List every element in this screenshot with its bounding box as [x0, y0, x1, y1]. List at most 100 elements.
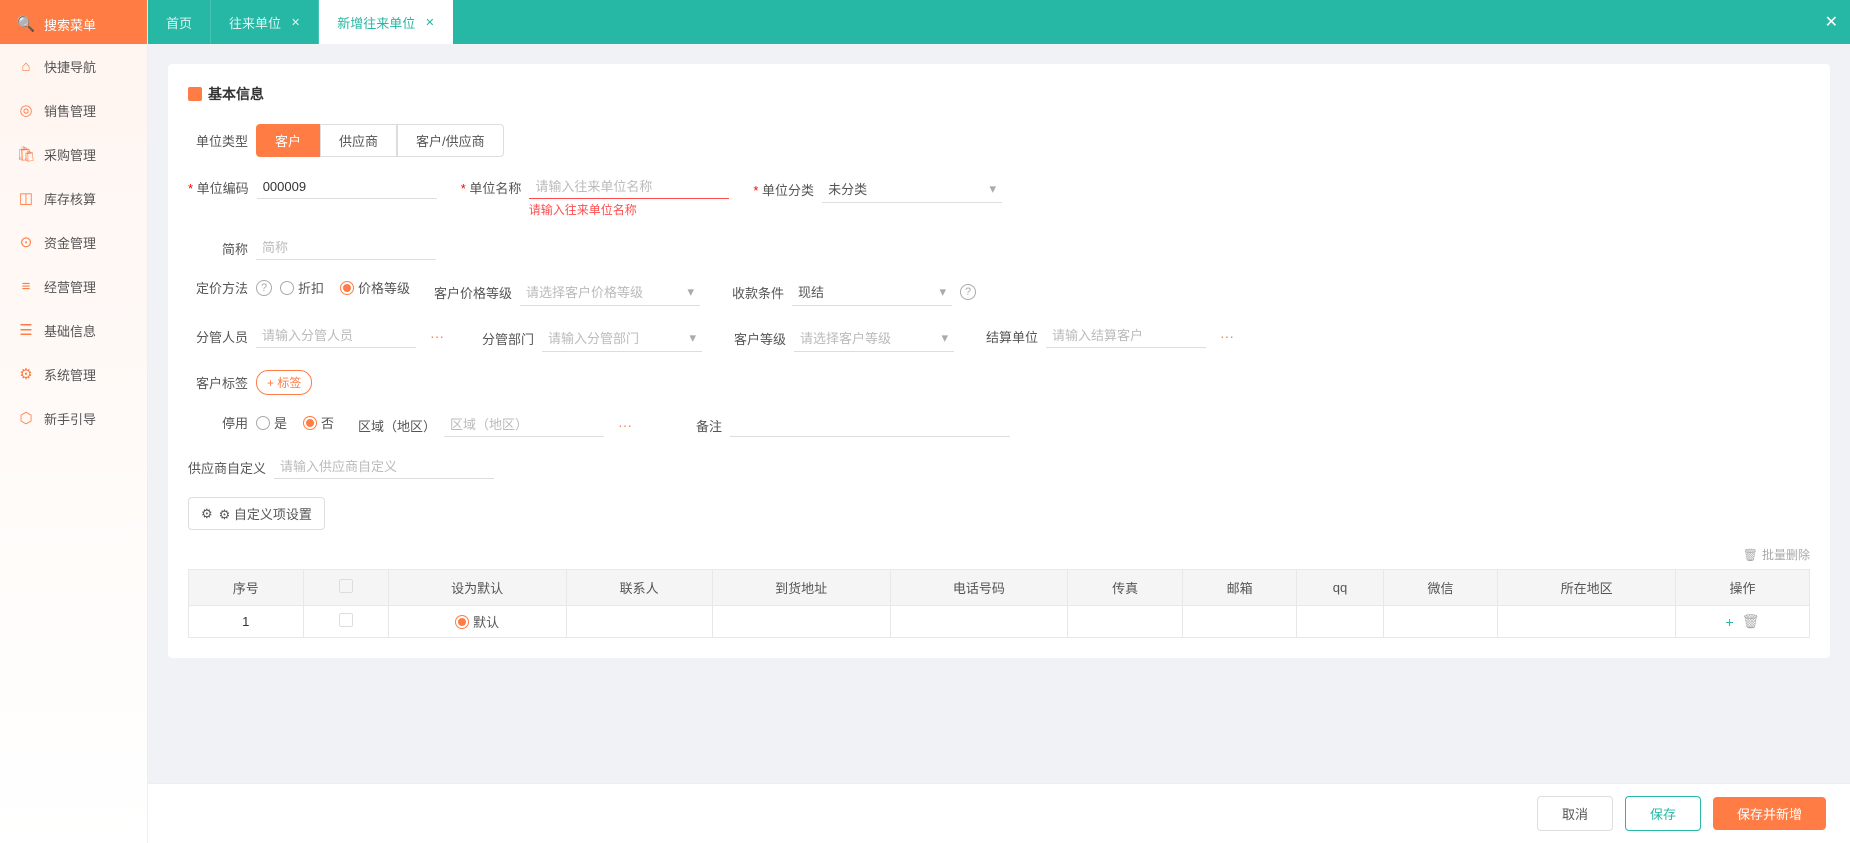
sidebar-item-label: 销售管理: [44, 101, 96, 120]
type-btn-both[interactable]: 客户/供应商: [397, 124, 504, 157]
type-button-group: 客户 供应商 客户/供应商: [256, 124, 504, 157]
radio-yes[interactable]: 是: [256, 413, 287, 432]
help-circle-icon[interactable]: ?: [960, 284, 976, 300]
unit-name-input[interactable]: [529, 175, 729, 199]
customer-level-select[interactable]: 请选择客户等级 ▾: [794, 324, 954, 352]
remark-input[interactable]: [730, 413, 1010, 437]
department-group: 分管部门 请输入分管部门 ▾: [474, 324, 702, 352]
sidebar-item-guide[interactable]: ⬡ 新手引导: [0, 396, 147, 440]
more-icon[interactable]: ···: [1214, 326, 1240, 346]
short-name-input[interactable]: [256, 236, 436, 260]
coin-icon: ⊙: [16, 232, 36, 252]
custom-settings-button[interactable]: ⚙ ⚙ 自定义项设置: [188, 497, 325, 530]
close-all-icon[interactable]: ✕: [1825, 12, 1838, 32]
contact-table: 序号 设为默认 联系人 到货地址 电话号码 传真 邮箱 qq 微信 所在地区 操…: [188, 569, 1810, 638]
sidebar-item-search[interactable]: 🔍 搜索菜单: [0, 4, 147, 44]
col-address: 到货地址: [712, 570, 890, 606]
chart-icon: ◎: [16, 100, 36, 120]
pricing-row: 定价方法 ? 折扣 价格等级 客户价格等级: [188, 278, 1810, 306]
row-email: [1182, 606, 1297, 638]
sidebar-item-base-info[interactable]: ☰ 基础信息: [0, 308, 147, 352]
chevron-down-icon: ▾: [940, 284, 947, 300]
add-tag-button[interactable]: + 标签: [256, 370, 312, 395]
settlement-group: 结算单位 ···: [978, 324, 1240, 348]
unit-code-input[interactable]: [257, 175, 437, 199]
tab-label: 首页: [166, 13, 192, 32]
department-select[interactable]: 请输入分管部门 ▾: [542, 324, 702, 352]
unit-category-group: * 单位分类 未分类 ▾: [753, 175, 1002, 203]
sidebar-item-purchase[interactable]: 🛍 采购管理: [0, 132, 147, 176]
default-radio[interactable]: 默认: [399, 612, 556, 631]
row-checkbox-input[interactable]: [339, 613, 353, 627]
disabled-group: 停用 是 否: [188, 413, 334, 432]
more-icon[interactable]: ···: [612, 415, 638, 435]
radio-discount[interactable]: 折扣: [280, 278, 324, 297]
tab-new-partner[interactable]: 新增往来单位 ✕: [319, 0, 453, 44]
col-default: 设为默认: [388, 570, 566, 606]
tab-home[interactable]: 首页: [148, 0, 211, 44]
radio-circle-checked: [340, 281, 354, 295]
unit-type-row: 单位类型 客户 供应商 客户/供应商: [188, 124, 1810, 157]
sidebar-item-system[interactable]: ⚙ 系统管理: [0, 352, 147, 396]
sidebar-item-quick-nav[interactable]: ⌂ 快捷导航: [0, 44, 147, 88]
batch-delete-label[interactable]: 批量删除: [1762, 546, 1810, 563]
section-title: 基本信息: [188, 84, 1810, 104]
type-btn-supplier[interactable]: 供应商: [320, 124, 397, 157]
close-icon[interactable]: ✕: [291, 16, 300, 29]
col-num: 序号: [189, 570, 304, 606]
content-area: 基本信息 单位类型 客户 供应商 客户/供应商 * 单位编码: [148, 44, 1850, 783]
department-label: 分管部门: [474, 329, 534, 348]
sidebar-item-finance[interactable]: ⊙ 资金管理: [0, 220, 147, 264]
radio-discount-label: 折扣: [298, 278, 324, 297]
radio-price-level[interactable]: 价格等级: [340, 278, 410, 297]
unit-type-label: 单位类型: [188, 131, 248, 150]
delete-row-button[interactable]: 🗑: [1742, 613, 1760, 630]
row-actions: + 🗑: [1676, 606, 1810, 638]
type-btn-customer[interactable]: 客户: [256, 124, 320, 157]
tab-partners[interactable]: 往来单位 ✕: [211, 0, 319, 44]
sidebar-item-inventory[interactable]: ◫ 库存核算: [0, 176, 147, 220]
help-icon[interactable]: ?: [256, 280, 272, 296]
chevron-down-icon: ▾: [990, 181, 997, 197]
cancel-button[interactable]: 取消: [1537, 796, 1613, 831]
supplier-custom-input[interactable]: [274, 455, 494, 479]
sidebar-item-sales[interactable]: ◎ 销售管理: [0, 88, 147, 132]
settlement-input[interactable]: [1046, 324, 1206, 348]
col-qq: qq: [1297, 570, 1383, 606]
remark-label: 备注: [662, 416, 722, 435]
short-name-group: 简称: [188, 236, 436, 260]
sidebar-item-label: 资金管理: [44, 233, 96, 252]
sidebar: 🔍 搜索菜单 ⌂ 快捷导航 ◎ 销售管理 🛍 采购管理 ◫ 库存核算 ⊙ 资金管…: [0, 0, 148, 843]
close-icon[interactable]: ✕: [425, 16, 434, 29]
info-icon: ☰: [16, 320, 36, 340]
region-label: 区域（地区）: [358, 416, 436, 435]
radio-no[interactable]: 否: [303, 413, 334, 432]
shortname-row: 简称: [188, 236, 1810, 260]
payment-terms-select[interactable]: 现结 ▾: [792, 278, 952, 306]
col-checkbox: [303, 570, 388, 606]
region-input[interactable]: [444, 413, 604, 437]
tab-label: 新增往来单位: [337, 13, 415, 32]
col-contact: 联系人: [566, 570, 712, 606]
save-button[interactable]: 保存: [1625, 796, 1701, 831]
price-level-select[interactable]: 请选择客户价格等级 ▾: [520, 278, 700, 306]
chevron-down-icon: ▾: [941, 330, 948, 346]
add-row-button[interactable]: +: [1726, 613, 1734, 630]
select-all-checkbox[interactable]: [339, 579, 353, 593]
save-and-new-button[interactable]: 保存并新增: [1713, 797, 1826, 830]
home-icon: ⌂: [16, 56, 36, 76]
more-icon[interactable]: ···: [424, 326, 450, 346]
chevron-down-icon: ▾: [689, 330, 696, 346]
chevron-down-icon: ▾: [688, 284, 695, 300]
manager-input[interactable]: [256, 324, 416, 348]
delete-icon: 🗑: [1743, 548, 1758, 562]
unit-name-inner: * 单位名称: [461, 175, 730, 199]
sidebar-item-operations[interactable]: ≡ 经营管理: [0, 264, 147, 308]
payment-terms-label: 收款条件: [724, 283, 784, 302]
unit-category-label: * 单位分类: [753, 180, 814, 199]
doc-icon: ≡: [16, 276, 36, 296]
batch-delete-area: 🗑 批量删除: [188, 546, 1810, 563]
unit-category-select[interactable]: 未分类 ▾: [822, 175, 1002, 203]
unit-type-group: 单位类型 客户 供应商 客户/供应商: [188, 124, 504, 157]
col-action: 操作: [1676, 570, 1810, 606]
